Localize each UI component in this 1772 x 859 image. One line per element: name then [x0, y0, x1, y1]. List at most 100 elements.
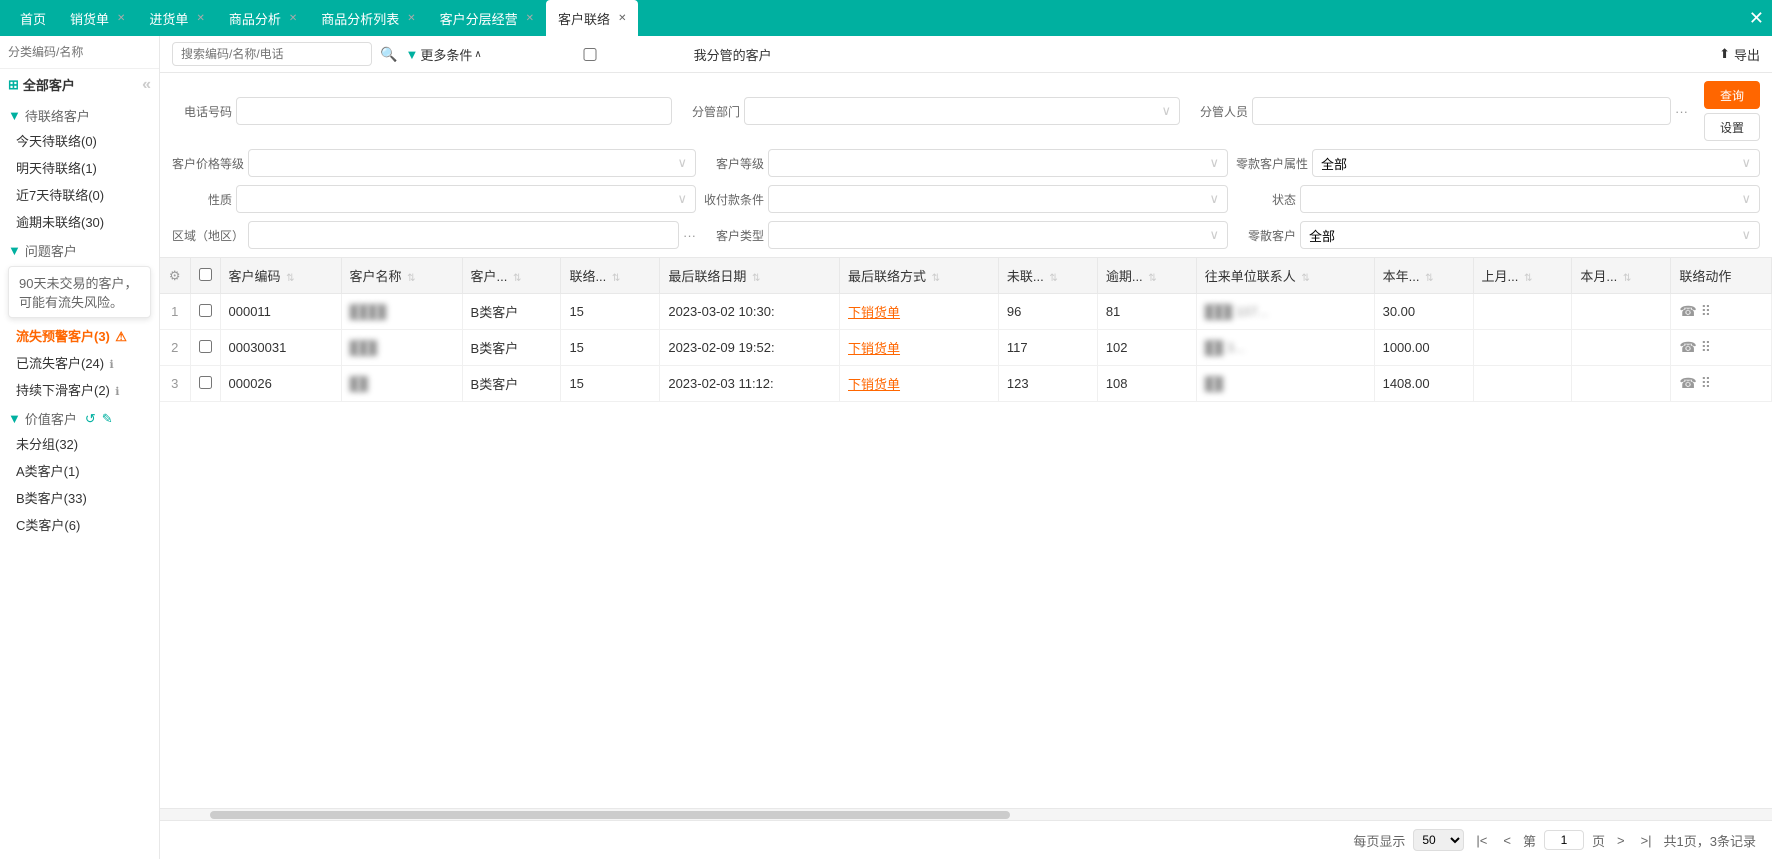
scrollbar-thumb[interactable]	[210, 811, 1010, 819]
problem-section[interactable]: ▼ 问题客户	[0, 235, 159, 262]
more-filter-button[interactable]: ▼ 更多条件 ∧	[405, 45, 481, 64]
sidebar-item-today[interactable]: 今天待联络(0)	[0, 127, 159, 154]
settings-button[interactable]: 设置	[1704, 113, 1760, 141]
gender-select[interactable]: ∨	[236, 185, 696, 213]
col-checkbox[interactable]	[190, 258, 220, 294]
contact-sort[interactable]: ⇅	[612, 273, 620, 284]
tab-contact-close[interactable]: ✕	[618, 13, 626, 24]
value-section[interactable]: ▼ 价值客户 ↺ ✎	[0, 403, 159, 430]
customer-type-select[interactable]: ∨	[768, 221, 1228, 249]
tab-tier-close[interactable]: ✕	[526, 13, 534, 24]
page-number-input[interactable]	[1544, 830, 1584, 850]
more-action-icon[interactable]: ⠿	[1701, 303, 1711, 320]
tab-customer-contact[interactable]: 客户联络 ✕	[546, 0, 638, 36]
col-this-month: 本月... ⇅	[1572, 258, 1671, 294]
date-sort[interactable]: ⇅	[752, 273, 760, 284]
code-sort[interactable]: ⇅	[286, 273, 294, 284]
unit-sort[interactable]: ⇅	[1301, 273, 1309, 284]
row-checkbox[interactable]	[190, 330, 220, 366]
col-last-month: 上月... ⇅	[1473, 258, 1572, 294]
close-all-button[interactable]: ✕	[1749, 8, 1764, 29]
level-sort[interactable]: ⇅	[513, 273, 521, 284]
tmonth-sort[interactable]: ⇅	[1623, 273, 1631, 284]
sidebar-item-a-class[interactable]: A类客户(1)	[0, 457, 159, 484]
name-sort[interactable]: ⇅	[407, 273, 415, 284]
page-size-select[interactable]: 50 100 200	[1413, 829, 1464, 851]
export-button[interactable]: ⬆ 导出	[1719, 45, 1760, 64]
phone-input[interactable]	[236, 97, 672, 125]
dept-select[interactable]: ∨	[744, 97, 1180, 125]
sidebar-item-tomorrow[interactable]: 明天待联络(1)	[0, 154, 159, 181]
first-page-button[interactable]: |<	[1472, 831, 1491, 850]
search-button[interactable]: 🔍	[380, 46, 397, 63]
last-page-button[interactable]: >|	[1637, 831, 1656, 850]
my-customers-check[interactable]	[490, 48, 690, 61]
tab-home[interactable]: 首页	[8, 0, 58, 36]
price-level-select[interactable]: ∨	[248, 149, 696, 177]
horizontal-scrollbar[interactable]	[160, 808, 1772, 820]
filter-price-level: 客户价格等级 ∨	[172, 149, 696, 177]
sidebar-search-input[interactable]	[8, 45, 160, 59]
more-action-icon[interactable]: ⠿	[1701, 339, 1711, 356]
more-action-icon[interactable]: ⠿	[1701, 375, 1711, 392]
tab-purchase[interactable]: 进货单 ✕	[137, 0, 216, 36]
no-contact-sort[interactable]: ⇅	[1049, 273, 1057, 284]
query-button[interactable]: 查询	[1704, 81, 1760, 109]
region-ellipsis[interactable]: ···	[683, 228, 696, 243]
next-page-button[interactable]: >	[1613, 831, 1629, 850]
row-name: ████	[341, 294, 462, 330]
tab-product-list[interactable]: 商品分析列表 ✕	[309, 0, 427, 36]
zero-customer-value: 全部	[1309, 226, 1335, 245]
sidebar-item-declining[interactable]: 持续下滑客户(2) ℹ	[0, 376, 159, 403]
search-input[interactable]	[172, 42, 372, 66]
tab-sales-close[interactable]: ✕	[117, 13, 125, 24]
filter-arrow: ∧	[474, 49, 481, 60]
tab-product-analysis[interactable]: 商品分析 ✕	[217, 0, 309, 36]
lmonth-sort[interactable]: ⇅	[1524, 273, 1532, 284]
sidebar-item-c-class[interactable]: C类客户(6)	[0, 511, 159, 538]
prev-page-button[interactable]: <	[1499, 831, 1515, 850]
sidebar-item-7days[interactable]: 近7天待联络(0)	[0, 181, 159, 208]
overdue-sort[interactable]: ⇅	[1148, 273, 1156, 284]
phone-label: 电话号码	[172, 103, 232, 120]
payment-select[interactable]: ∨	[768, 185, 1228, 213]
tab-customer-tier[interactable]: 客户分层经营 ✕	[428, 0, 546, 36]
person-select[interactable]	[1252, 97, 1671, 125]
contact-action-icon[interactable]: ☎	[1679, 303, 1696, 320]
my-customers-checkbox[interactable]: 我分管的客户	[490, 45, 772, 64]
status-arrow: ∨	[1741, 191, 1751, 207]
collapse-icon[interactable]: «	[142, 76, 151, 94]
sidebar-item-b-class[interactable]: B类客户(33)	[0, 484, 159, 511]
row-no-contact: 96	[998, 294, 1097, 330]
refresh-icon[interactable]: ↺	[85, 411, 96, 427]
zero-attr-value: 全部	[1321, 154, 1347, 173]
tab-list-close[interactable]: ✕	[407, 13, 415, 24]
sidebar-item-overdue-contact[interactable]: 逾期未联络(30)	[0, 208, 159, 235]
person-ellipsis[interactable]: ···	[1675, 104, 1688, 119]
sidebar-item-churn-warning[interactable]: 流失预警客户(3) ⚠	[0, 322, 159, 349]
year-sort[interactable]: ⇅	[1425, 273, 1433, 284]
pending-contact-section[interactable]: ▼ 待联络客户	[0, 100, 159, 127]
region-input[interactable]	[248, 221, 679, 249]
zero-customer-select[interactable]: 全部 ∨	[1300, 221, 1760, 249]
edit-icon[interactable]: ✎	[102, 411, 113, 427]
contact-action-icon[interactable]: ☎	[1679, 339, 1696, 356]
row-checkbox[interactable]	[190, 294, 220, 330]
select-all-checkbox[interactable]	[199, 268, 212, 281]
tab-sales-order[interactable]: 销货单 ✕	[58, 0, 137, 36]
tab-purchase-close[interactable]: ✕	[196, 13, 204, 24]
row-checkbox[interactable]	[190, 366, 220, 402]
contact-action-icon[interactable]: ☎	[1679, 375, 1696, 392]
sidebar-item-ungroup[interactable]: 未分组(32)	[0, 430, 159, 457]
content-area: 🔍 ▼ 更多条件 ∧ 我分管的客户 ⬆ 导出 电话号码	[160, 36, 1772, 859]
sidebar-item-churned[interactable]: 已流失客户(24) ℹ	[0, 349, 159, 376]
tab-sales-label: 销货单	[70, 9, 109, 28]
status-select[interactable]: ∨	[1300, 185, 1760, 213]
tab-analysis-close[interactable]: ✕	[289, 13, 297, 24]
col-settings[interactable]: ⚙	[160, 258, 190, 294]
filter-customer-type: 客户类型 ∨	[704, 221, 1228, 249]
zero-attr-select[interactable]: 全部 ∨	[1312, 149, 1760, 177]
method-sort[interactable]: ⇅	[932, 273, 940, 284]
all-customers-header[interactable]: ⊞ 全部客户 «	[0, 69, 159, 100]
customer-level-select[interactable]: ∨	[768, 149, 1228, 177]
